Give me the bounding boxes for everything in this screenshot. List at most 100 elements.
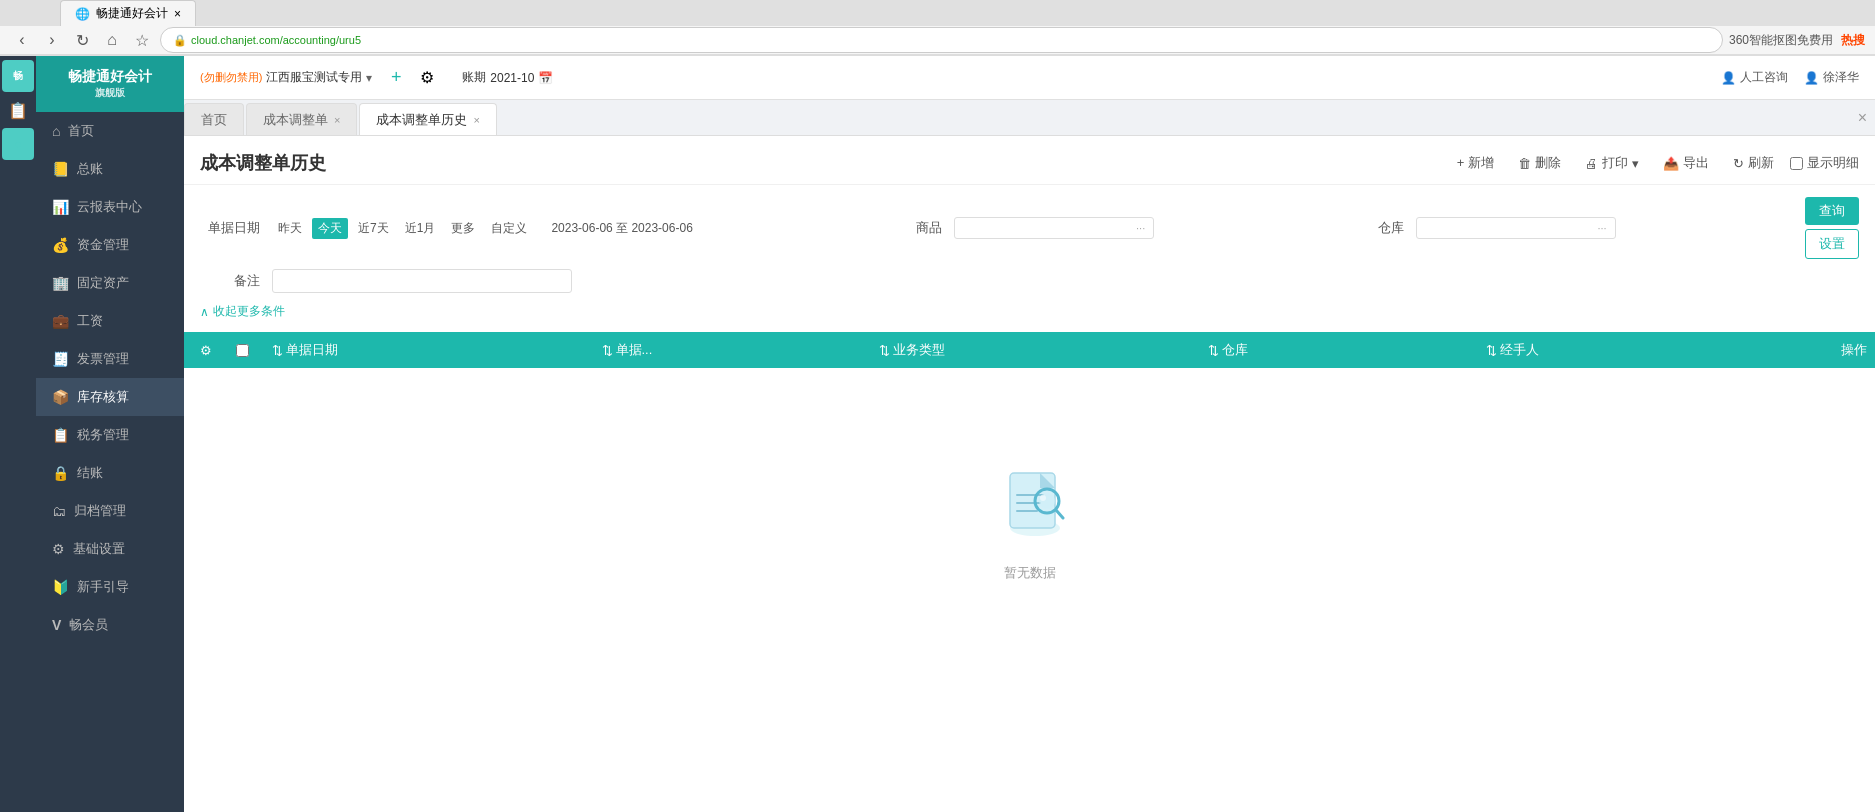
sidebar-label-archive: 归档管理	[74, 502, 126, 520]
warehouse-select[interactable]: ···	[1416, 217, 1616, 239]
sidebar: 畅捷通好会计 旗舰版 ⌂ 首页 📒 总账 📊 云报表中心 💰 资金管理 🏢	[36, 56, 184, 812]
sidebar-item-vip[interactable]: V 畅会员	[36, 606, 184, 644]
th-action: 操作	[1807, 341, 1867, 359]
tab-cost-adjust[interactable]: 成本调整单 ×	[246, 103, 357, 135]
filter-row-1: 单据日期 昨天 今天 近7天 近1月 更多 自定义 2023-06-06 至 2…	[200, 197, 1859, 259]
sidebar-item-ledger[interactable]: 📒 总账	[36, 150, 184, 188]
note-filter-label: 备注	[200, 272, 260, 290]
note-input[interactable]	[272, 269, 572, 293]
user-info[interactable]: 👤 徐泽华	[1804, 69, 1859, 86]
sort-icon-num: ⇅	[602, 343, 613, 358]
date-tab-custom[interactable]: 自定义	[485, 218, 533, 239]
company-selector[interactable]: (勿删勿禁用) 江西服宝测试专用 ▾	[200, 69, 372, 86]
sidebar-item-closing[interactable]: 🔒 结账	[36, 454, 184, 492]
th-check[interactable]	[228, 344, 264, 357]
filter-settings-button[interactable]: 设置	[1805, 229, 1859, 259]
date-tab-last7[interactable]: 近7天	[352, 218, 395, 239]
sidebar-item-inventory[interactable]: 📦 库存核算	[36, 378, 184, 416]
sidebar-item-invoice[interactable]: 🧾 发票管理	[36, 340, 184, 378]
th-settings[interactable]: ⚙	[192, 343, 228, 358]
sidebar-label-reports: 云报表中心	[77, 198, 142, 216]
show-detail-checkbox[interactable]	[1790, 157, 1803, 170]
sidebar-item-payroll[interactable]: 💼 工资	[36, 302, 184, 340]
sort-icon-person: ⇅	[1486, 343, 1497, 358]
tab-home-label: 首页	[201, 111, 227, 129]
filter-area: 单据日期 昨天 今天 近7天 近1月 更多 自定义 2023-06-06 至 2…	[184, 185, 1875, 332]
service-button[interactable]: 👤 人工咨询	[1721, 69, 1788, 86]
delete-button[interactable]: 🗑 删除	[1510, 150, 1569, 176]
sidebar-item-home[interactable]: ⌂ 首页	[36, 112, 184, 150]
rail-icon-2: ●	[14, 137, 21, 151]
add-button[interactable]: + 新增	[1449, 150, 1502, 176]
sidebar-item-guide[interactable]: 🔰 新手引导	[36, 568, 184, 606]
th-person[interactable]: ⇅ 经手人	[1478, 341, 1808, 359]
calendar-icon[interactable]: 📅	[538, 71, 553, 85]
date-tab-more[interactable]: 更多	[445, 218, 481, 239]
app-header: (勿删勿禁用) 江西服宝测试专用 ▾ + ⚙ 账期 2021-10 📅 👤 人工…	[184, 56, 1875, 100]
settings-col-icon: ⚙	[200, 343, 212, 358]
sort-icon-date: ⇅	[272, 343, 283, 358]
ledger-icon: 📒	[52, 161, 69, 177]
sidebar-item-funds[interactable]: 💰 资金管理	[36, 226, 184, 264]
print-label: 打印	[1602, 154, 1628, 172]
guide-icon: 🔰	[52, 579, 69, 595]
export-button[interactable]: 📤 导出	[1655, 150, 1717, 176]
rail-item-2[interactable]: ●	[2, 128, 34, 160]
refresh-button[interactable]: ↻ 刷新	[1725, 150, 1782, 176]
user-avatar-icon: 👤	[1804, 71, 1819, 85]
tab-area-close[interactable]: ×	[1858, 109, 1867, 127]
tab-home[interactable]: 首页	[184, 103, 244, 135]
th-date[interactable]: ⇅ 单据日期	[264, 341, 594, 359]
table-container: ⚙ ⇅ 单据日期 ⇅ 单据... ⇅ 业务类型	[184, 332, 1875, 662]
query-button[interactable]: 查询	[1805, 197, 1859, 225]
content-area: 成本调整单历史 + 新增 🗑 删除 🖨 打印 ▾ 📤 导出	[184, 136, 1875, 812]
date-tab-last-month[interactable]: 近1月	[399, 218, 442, 239]
service-icon: 👤	[1721, 71, 1736, 85]
tab-cost-adjust-close[interactable]: ×	[334, 114, 340, 126]
export-label: 导出	[1683, 154, 1709, 172]
sidebar-label-closing: 结账	[77, 464, 103, 482]
sidebar-item-tax[interactable]: 📋 税务管理	[36, 416, 184, 454]
url-text: cloud.chanjet.com/accounting/uru5	[191, 34, 361, 46]
tab-cost-adjust-history-close[interactable]: ×	[473, 114, 479, 126]
forward-button[interactable]: ›	[40, 28, 64, 52]
back-button[interactable]: ‹	[10, 28, 34, 52]
sidebar-item-archive[interactable]: 🗂 归档管理	[36, 492, 184, 530]
browser-tab-active[interactable]: 🌐 畅捷通好会计 ×	[60, 0, 196, 26]
sidebar-item-assets[interactable]: 🏢 固定资产	[36, 264, 184, 302]
select-all-checkbox[interactable]	[236, 344, 249, 357]
sort-icon-type: ⇅	[879, 343, 890, 358]
settings-icon: ⚙	[52, 541, 65, 557]
star-button[interactable]: ☆	[130, 28, 154, 52]
home-button[interactable]: ⌂	[100, 28, 124, 52]
date-tab-today[interactable]: 今天	[312, 218, 348, 239]
print-button[interactable]: 🖨 打印 ▾	[1577, 150, 1647, 176]
goods-select[interactable]: ···	[954, 217, 1154, 239]
sidebar-label-guide: 新手引导	[77, 578, 129, 596]
rail-item-logo[interactable]: 畅	[2, 60, 34, 92]
empty-illustration	[985, 453, 1075, 543]
address-bar[interactable]: 🔒 cloud.chanjet.com/accounting/uru5	[160, 27, 1723, 53]
refresh-button[interactable]: ↻	[70, 28, 94, 52]
th-type[interactable]: ⇅ 业务类型	[871, 341, 1201, 359]
gear-settings-icon[interactable]: ⚙	[420, 68, 434, 87]
add-company-button[interactable]: +	[384, 66, 408, 90]
th-num-label: 单据...	[616, 341, 653, 359]
warehouse-filter-label: 仓库	[1344, 219, 1404, 237]
browser-tabs: 🌐 畅捷通好会计 ×	[0, 0, 1875, 26]
rail-item-1[interactable]: 📋	[2, 94, 34, 126]
tab-close[interactable]: ×	[174, 7, 181, 21]
date-tab-yesterday[interactable]: 昨天	[272, 218, 308, 239]
sidebar-item-settings[interactable]: ⚙ 基础设置	[36, 530, 184, 568]
sidebar-item-reports[interactable]: 📊 云报表中心	[36, 188, 184, 226]
th-num[interactable]: ⇅ 单据...	[594, 341, 871, 359]
tab-cost-adjust-history-label: 成本调整单历史	[376, 111, 467, 129]
th-person-label: 经手人	[1500, 341, 1539, 359]
refresh-label: 刷新	[1748, 154, 1774, 172]
print-dropdown-icon: ▾	[1632, 156, 1639, 171]
th-warehouse[interactable]: ⇅ 仓库	[1200, 341, 1477, 359]
collapse-button[interactable]: ∧ 收起更多条件	[200, 303, 1859, 320]
tab-cost-adjust-history[interactable]: 成本调整单历史 ×	[359, 103, 496, 135]
delete-label: 删除	[1535, 154, 1561, 172]
toolbar-actions: + 新增 🗑 删除 🖨 打印 ▾ 📤 导出 ↻	[1449, 150, 1859, 176]
